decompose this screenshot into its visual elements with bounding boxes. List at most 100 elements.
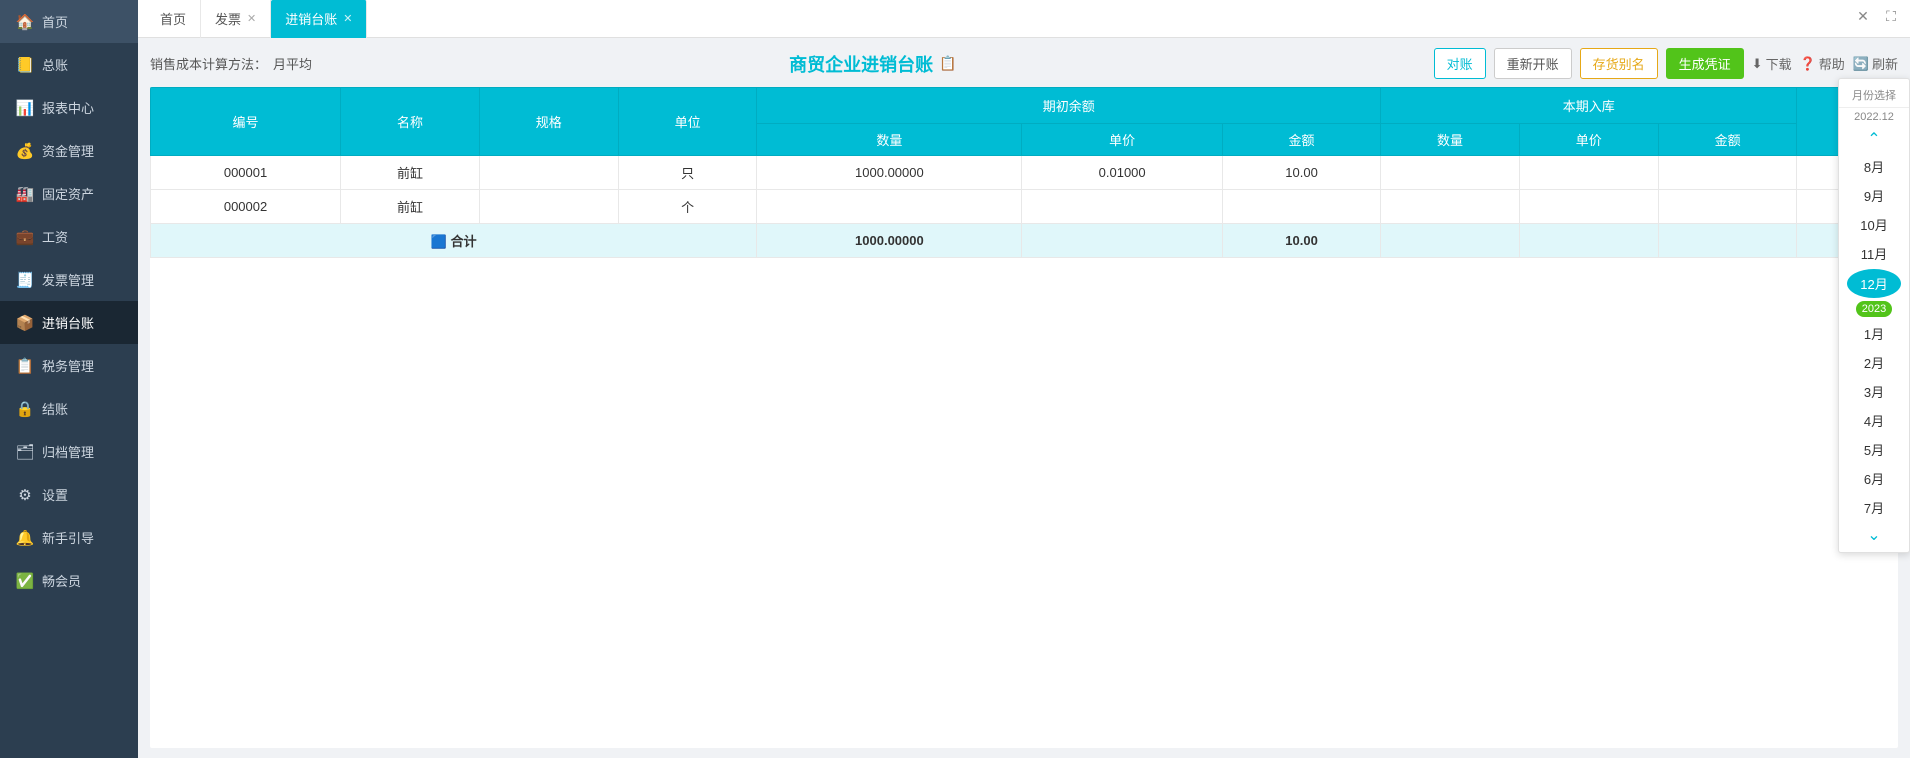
col-opening-balance: 期初余额 [757, 88, 1381, 124]
sidebar-item-archive[interactable]: 🗂 归档管理 [0, 430, 138, 473]
maximize-button[interactable]: ⛶ [1880, 5, 1902, 27]
sidebar-label-finance: 资金管理 [42, 141, 94, 160]
month-9[interactable]: 9月 [1839, 181, 1909, 210]
sidebar-icon-reports: 📊 [16, 99, 34, 117]
sidebar-label-reports: 报表中心 [42, 98, 94, 117]
month-8[interactable]: 8月 [1839, 152, 1909, 181]
sidebar-item-member[interactable]: ✅畅会员 [0, 559, 138, 602]
cell-in-price-1 [1519, 190, 1658, 224]
sidebar-item-ledger[interactable]: 📒 总账 [0, 43, 138, 86]
month-7[interactable]: 7月 [1839, 493, 1909, 522]
sidebar-item-invoice[interactable]: 🧾 发票管理 [0, 258, 138, 301]
refresh-button[interactable]: 🔄 刷新 [1853, 54, 1898, 73]
col-open-price: 单价 [1022, 124, 1223, 156]
sidebar-label-salary: 工资 [42, 227, 68, 246]
sidebar-label-invoice: 发票管理 [42, 270, 94, 289]
sidebar-icon-settings: ⚙ [16, 486, 34, 504]
cell-open-price-1 [1022, 190, 1223, 224]
month-11[interactable]: 11月 [1839, 239, 1909, 268]
toolbar: 销售成本计算方法： 月平均 商贸企业进销台账 📋 对账 重新开账 存货别名 生成… [150, 48, 1898, 79]
cost-method-value: 月平均 [273, 54, 312, 73]
info-icon[interactable]: 📋 [939, 55, 956, 72]
col-open-qty: 数量 [757, 124, 1022, 156]
table-row: 000001 前缸 只 1000.00000 0.01000 10.00 [151, 156, 1898, 190]
reconcile-button[interactable]: 对账 [1434, 48, 1486, 79]
sidebar-item-assets[interactable]: 🏭固定资产 [0, 172, 138, 215]
sidebar-item-finance[interactable]: 💰 资金管理 [0, 129, 138, 172]
col-code: 编号 [151, 88, 341, 156]
tab-stock[interactable]: 进销台账 ✕ [271, 0, 367, 38]
sidebar-item-stock[interactable]: 📦 进销台账 [0, 301, 138, 344]
col-name: 名称 [341, 88, 480, 156]
cell-in-qty-0 [1381, 156, 1520, 190]
sidebar-label-ledger: 总账 [42, 55, 68, 74]
save-alias-button[interactable]: 存货别名 [1580, 48, 1658, 79]
sidebar-icon-archive: 🗂 [16, 443, 34, 461]
cell-open-amount-1 [1223, 190, 1381, 224]
page-title-text: 商贸企业进销台账 [789, 51, 933, 77]
cell-name-1: 前缸 [341, 190, 480, 224]
generate-voucher-button[interactable]: 生成凭证 [1666, 48, 1744, 79]
total-in-price [1519, 224, 1658, 258]
sidebar-label-stock: 进销台账 [42, 313, 94, 332]
month-5[interactable]: 5月 [1839, 435, 1909, 464]
tab-close-invoice[interactable]: ✕ [247, 12, 256, 25]
sidebar-icon-stock: 📦 [16, 314, 34, 332]
cell-in-qty-1 [1381, 190, 1520, 224]
cell-in-price-0 [1519, 156, 1658, 190]
sidebar-item-tax[interactable]: 📋税务管理 [0, 344, 138, 387]
table-row: 000002 前缸 个 [151, 190, 1898, 224]
help-button[interactable]: ❓ 帮助 [1800, 54, 1845, 73]
sidebar-icon-salary: 💼 [16, 228, 34, 246]
total-open-amount: 10.00 [1223, 224, 1381, 258]
month-3[interactable]: 3月 [1839, 377, 1909, 406]
download-button[interactable]: ⬇ 下载 [1752, 54, 1792, 73]
col-period-in: 本期入库 [1381, 88, 1797, 124]
year-2023-tag: 2023 [1856, 301, 1892, 317]
tab-label-stock: 进销台账 [285, 9, 337, 28]
col-unit: 单位 [618, 88, 757, 156]
month-selector-panel: 月份选择 2022.12 ⌃ 8月 9月 10月 11月 12月 2023 1月… [1838, 78, 1910, 553]
reopen-button[interactable]: 重新开账 [1494, 48, 1572, 79]
main-area: ✕ ⛶ 首页发票✕ 进销台账 ✕ 销售成本计算方法： 月平均 商贸企业进销台账 📋 … [138, 0, 1910, 758]
month-scroll-down[interactable]: ⌄ [1839, 522, 1909, 548]
sidebar-label-tax: 税务管理 [42, 356, 94, 375]
tab-close-stock[interactable]: ✕ [343, 12, 352, 25]
cell-open-amount-0: 10.00 [1223, 156, 1381, 190]
table-header-top: 编号 名称 规格 单位 期初余额 本期入库 数 [151, 88, 1898, 124]
month-10[interactable]: 10月 [1839, 210, 1909, 239]
sidebar-icon-finance: 💰 [16, 142, 34, 160]
month-1[interactable]: 1月 [1839, 319, 1909, 348]
cell-spec-0 [479, 156, 618, 190]
cell-spec-1 [479, 190, 618, 224]
toolbar-buttons: 对账 重新开账 存货别名 生成凭证 ⬇ 下载 ❓ 帮助 🔄 刷新 [1434, 48, 1898, 79]
sidebar-label-assets: 固定资产 [42, 184, 94, 203]
total-open-price [1022, 224, 1223, 258]
sidebar-icon-ledger: 📒 [16, 56, 34, 74]
minimize-button[interactable]: ✕ [1852, 5, 1874, 27]
cell-in-amount-0 [1658, 156, 1797, 190]
tab-home[interactable]: 首页 [146, 0, 201, 38]
sidebar-item-salary[interactable]: 💼 工资 [0, 215, 138, 258]
month-4[interactable]: 4月 [1839, 406, 1909, 435]
sidebar-item-close[interactable]: 🔒结账 [0, 387, 138, 430]
month-6[interactable]: 6月 [1839, 464, 1909, 493]
download-icon: ⬇ [1752, 56, 1763, 72]
sidebar-item-guide[interactable]: 🔔新手引导 [0, 516, 138, 559]
sidebar-label-home: 首页 [42, 12, 68, 31]
tab-invoice[interactable]: 发票✕ [201, 0, 271, 38]
sidebar-item-home[interactable]: 🏠 首页 [0, 0, 138, 43]
sidebar-label-close: 结账 [42, 399, 68, 418]
sidebar-icon-invoice: 🧾 [16, 271, 34, 289]
refresh-icon: 🔄 [1853, 56, 1869, 72]
page-title: 商贸企业进销台账 📋 [789, 51, 956, 77]
sidebar-icon-home: 🏠 [16, 13, 34, 31]
month-2[interactable]: 2月 [1839, 348, 1909, 377]
sidebar-label-guide: 新手引导 [42, 528, 94, 547]
sidebar-label-member: 畅会员 [42, 571, 81, 590]
sidebar-label-archive: 归档管理 [42, 442, 94, 461]
sidebar-item-settings[interactable]: ⚙设置 [0, 473, 138, 516]
month-12[interactable]: 12月 [1847, 269, 1901, 298]
sidebar-item-reports[interactable]: 📊 报表中心 [0, 86, 138, 129]
month-scroll-up[interactable]: ⌃ [1839, 126, 1909, 152]
